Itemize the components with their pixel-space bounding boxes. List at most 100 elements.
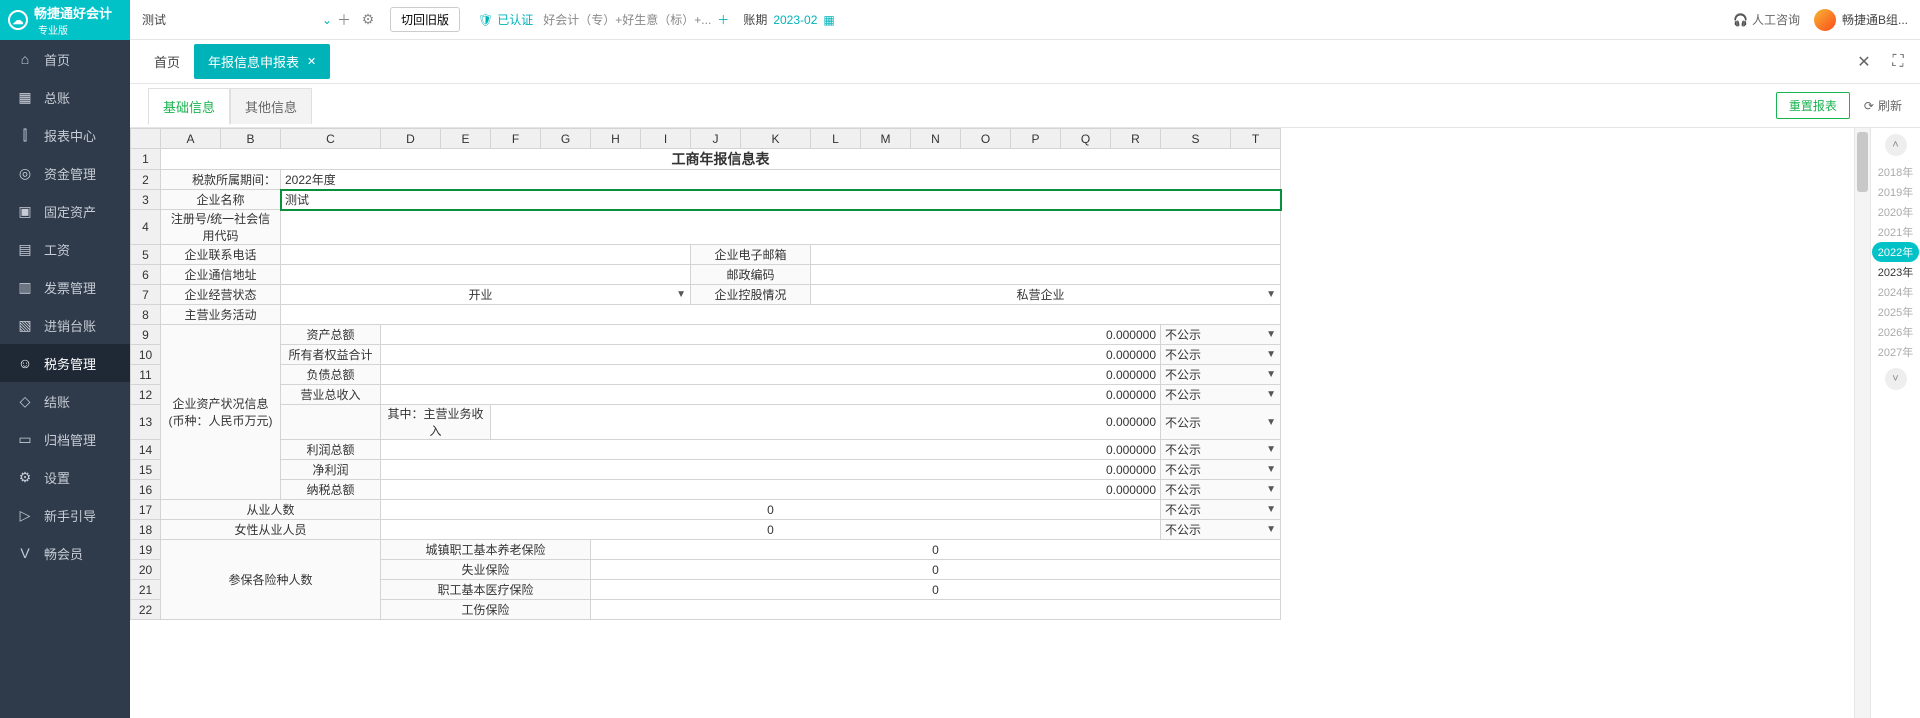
fullscreen-icon[interactable]: ⛶ bbox=[1886, 50, 1910, 74]
vertical-scrollbar[interactable] bbox=[1854, 128, 1870, 718]
sidebar-item[interactable]: ▤工资 bbox=[0, 230, 130, 268]
row-header[interactable]: 5 bbox=[131, 245, 161, 265]
sidebar-item[interactable]: ◎资金管理 bbox=[0, 154, 130, 192]
sidebar-item[interactable]: ⚙设置 bbox=[0, 458, 130, 496]
input-cell[interactable] bbox=[281, 210, 1281, 245]
col-header[interactable]: K bbox=[741, 129, 811, 149]
col-header[interactable]: F bbox=[491, 129, 541, 149]
support-link[interactable]: 🎧 人工咨询 bbox=[1733, 11, 1800, 28]
row-header[interactable]: 1 bbox=[131, 149, 161, 170]
year-option[interactable]: 2025年 bbox=[1872, 302, 1919, 322]
col-header[interactable]: D bbox=[381, 129, 441, 149]
year-option[interactable]: 2018年 bbox=[1872, 162, 1919, 182]
publicity-select[interactable]: 不公示▼ bbox=[1161, 325, 1281, 345]
row-header[interactable]: 12 bbox=[131, 385, 161, 405]
sidebar-item[interactable]: ⫿报表中心 bbox=[0, 116, 130, 154]
switch-old-button[interactable]: 切回旧版 bbox=[390, 7, 460, 32]
row-header[interactable]: 16 bbox=[131, 480, 161, 500]
year-option[interactable]: 2019年 bbox=[1872, 182, 1919, 202]
col-header[interactable]: S bbox=[1161, 129, 1231, 149]
col-header[interactable]: A bbox=[161, 129, 221, 149]
row-header[interactable]: 3 bbox=[131, 190, 161, 210]
col-header[interactable]: C bbox=[281, 129, 381, 149]
row-header[interactable]: 8 bbox=[131, 305, 161, 325]
sidebar-item[interactable]: V畅会员 bbox=[0, 534, 130, 572]
row-header[interactable]: 19 bbox=[131, 540, 161, 560]
col-header[interactable]: I bbox=[641, 129, 691, 149]
tab-close-all-icon[interactable]: ✕ bbox=[1852, 50, 1876, 74]
subtab-other[interactable]: 其他信息 bbox=[230, 88, 312, 124]
publicity-select[interactable]: 不公示▼ bbox=[1161, 520, 1281, 540]
col-header[interactable]: H bbox=[591, 129, 641, 149]
sidebar-item[interactable]: ▷新手引导 bbox=[0, 496, 130, 534]
spreadsheet[interactable]: ABCDEFGHIJKLMNOPQRST1工商年报信息表2税款所属期间：2022… bbox=[130, 128, 1854, 718]
year-up-icon[interactable]: ˄ bbox=[1885, 134, 1907, 156]
gear-icon[interactable]: ⚙ bbox=[356, 11, 380, 28]
year-option[interactable]: 2023年 bbox=[1872, 262, 1919, 282]
row-header[interactable]: 9 bbox=[131, 325, 161, 345]
row-header[interactable]: 2 bbox=[131, 170, 161, 190]
company-selector[interactable]: 测试 ⌄ bbox=[142, 11, 332, 28]
year-option[interactable]: 2021年 bbox=[1872, 222, 1919, 242]
year-option[interactable]: 2024年 bbox=[1872, 282, 1919, 302]
col-header[interactable]: R bbox=[1111, 129, 1161, 149]
close-icon[interactable]: ✕ bbox=[307, 55, 316, 68]
row-header[interactable]: 10 bbox=[131, 345, 161, 365]
sidebar-item[interactable]: ▦总账 bbox=[0, 78, 130, 116]
col-header[interactable]: B bbox=[221, 129, 281, 149]
publicity-select[interactable]: 不公示▼ bbox=[1161, 385, 1281, 405]
reset-report-button[interactable]: 重置报表 bbox=[1776, 92, 1850, 119]
year-option[interactable]: 2026年 bbox=[1872, 322, 1919, 342]
col-header[interactable]: J bbox=[691, 129, 741, 149]
row-header[interactable]: 7 bbox=[131, 285, 161, 305]
company-name-cell[interactable]: 测试 bbox=[281, 190, 1281, 210]
row-header[interactable]: 22 bbox=[131, 600, 161, 620]
add-icon[interactable]: ＋ bbox=[332, 10, 356, 30]
publicity-select[interactable]: 不公示▼ bbox=[1161, 440, 1281, 460]
row-header[interactable]: 11 bbox=[131, 365, 161, 385]
user-menu[interactable]: 畅捷通B组... bbox=[1814, 9, 1908, 31]
publicity-select[interactable]: 不公示▼ bbox=[1161, 460, 1281, 480]
sidebar-item[interactable]: ▭归档管理 bbox=[0, 420, 130, 458]
row-header[interactable]: 21 bbox=[131, 580, 161, 600]
col-header[interactable]: T bbox=[1231, 129, 1281, 149]
subtab-basic[interactable]: 基础信息 bbox=[148, 88, 230, 125]
row-header[interactable]: 20 bbox=[131, 560, 161, 580]
row-header[interactable]: 13 bbox=[131, 405, 161, 440]
row-header[interactable]: 17 bbox=[131, 500, 161, 520]
row-header[interactable]: 15 bbox=[131, 460, 161, 480]
row-header[interactable]: 14 bbox=[131, 440, 161, 460]
sidebar-item[interactable]: ▣固定资产 bbox=[0, 192, 130, 230]
plus-icon[interactable]: ＋ bbox=[717, 11, 729, 28]
publicity-select[interactable]: 不公示▼ bbox=[1161, 500, 1281, 520]
sidebar-item[interactable]: ◇结账 bbox=[0, 382, 130, 420]
year-option[interactable]: 2020年 bbox=[1872, 202, 1919, 222]
sidebar-item[interactable]: ▧进销台账 bbox=[0, 306, 130, 344]
publicity-select[interactable]: 不公示▼ bbox=[1161, 405, 1281, 440]
year-option[interactable]: 2027年 bbox=[1872, 342, 1919, 362]
publicity-select[interactable]: 不公示▼ bbox=[1161, 365, 1281, 385]
col-header[interactable]: E bbox=[441, 129, 491, 149]
publicity-select[interactable]: 不公示▼ bbox=[1161, 480, 1281, 500]
row-header[interactable]: 4 bbox=[131, 210, 161, 245]
year-option[interactable]: 2022年 bbox=[1872, 242, 1919, 262]
tab-annual-report[interactable]: 年报信息申报表 ✕ bbox=[194, 44, 330, 79]
sidebar-item[interactable]: ▥发票管理 bbox=[0, 268, 130, 306]
row-header[interactable]: 18 bbox=[131, 520, 161, 540]
status-select[interactable]: 开业▼ bbox=[281, 285, 691, 305]
sidebar-item[interactable]: ☺税务管理 bbox=[0, 344, 130, 382]
col-header[interactable]: Q bbox=[1061, 129, 1111, 149]
col-header[interactable]: M bbox=[861, 129, 911, 149]
sidebar-item[interactable]: ⌂首页 bbox=[0, 40, 130, 78]
publicity-select[interactable]: 不公示▼ bbox=[1161, 345, 1281, 365]
col-header[interactable]: L bbox=[811, 129, 861, 149]
col-header[interactable]: G bbox=[541, 129, 591, 149]
col-header[interactable]: P bbox=[1011, 129, 1061, 149]
row-header[interactable]: 6 bbox=[131, 265, 161, 285]
tab-home[interactable]: 首页 bbox=[140, 44, 194, 79]
year-down-icon[interactable]: ˅ bbox=[1885, 368, 1907, 390]
period-selector[interactable]: 2023-02 ▦ bbox=[773, 13, 834, 27]
holding-select[interactable]: 私营企业▼ bbox=[811, 285, 1281, 305]
corner-cell[interactable] bbox=[131, 129, 161, 149]
col-header[interactable]: O bbox=[961, 129, 1011, 149]
